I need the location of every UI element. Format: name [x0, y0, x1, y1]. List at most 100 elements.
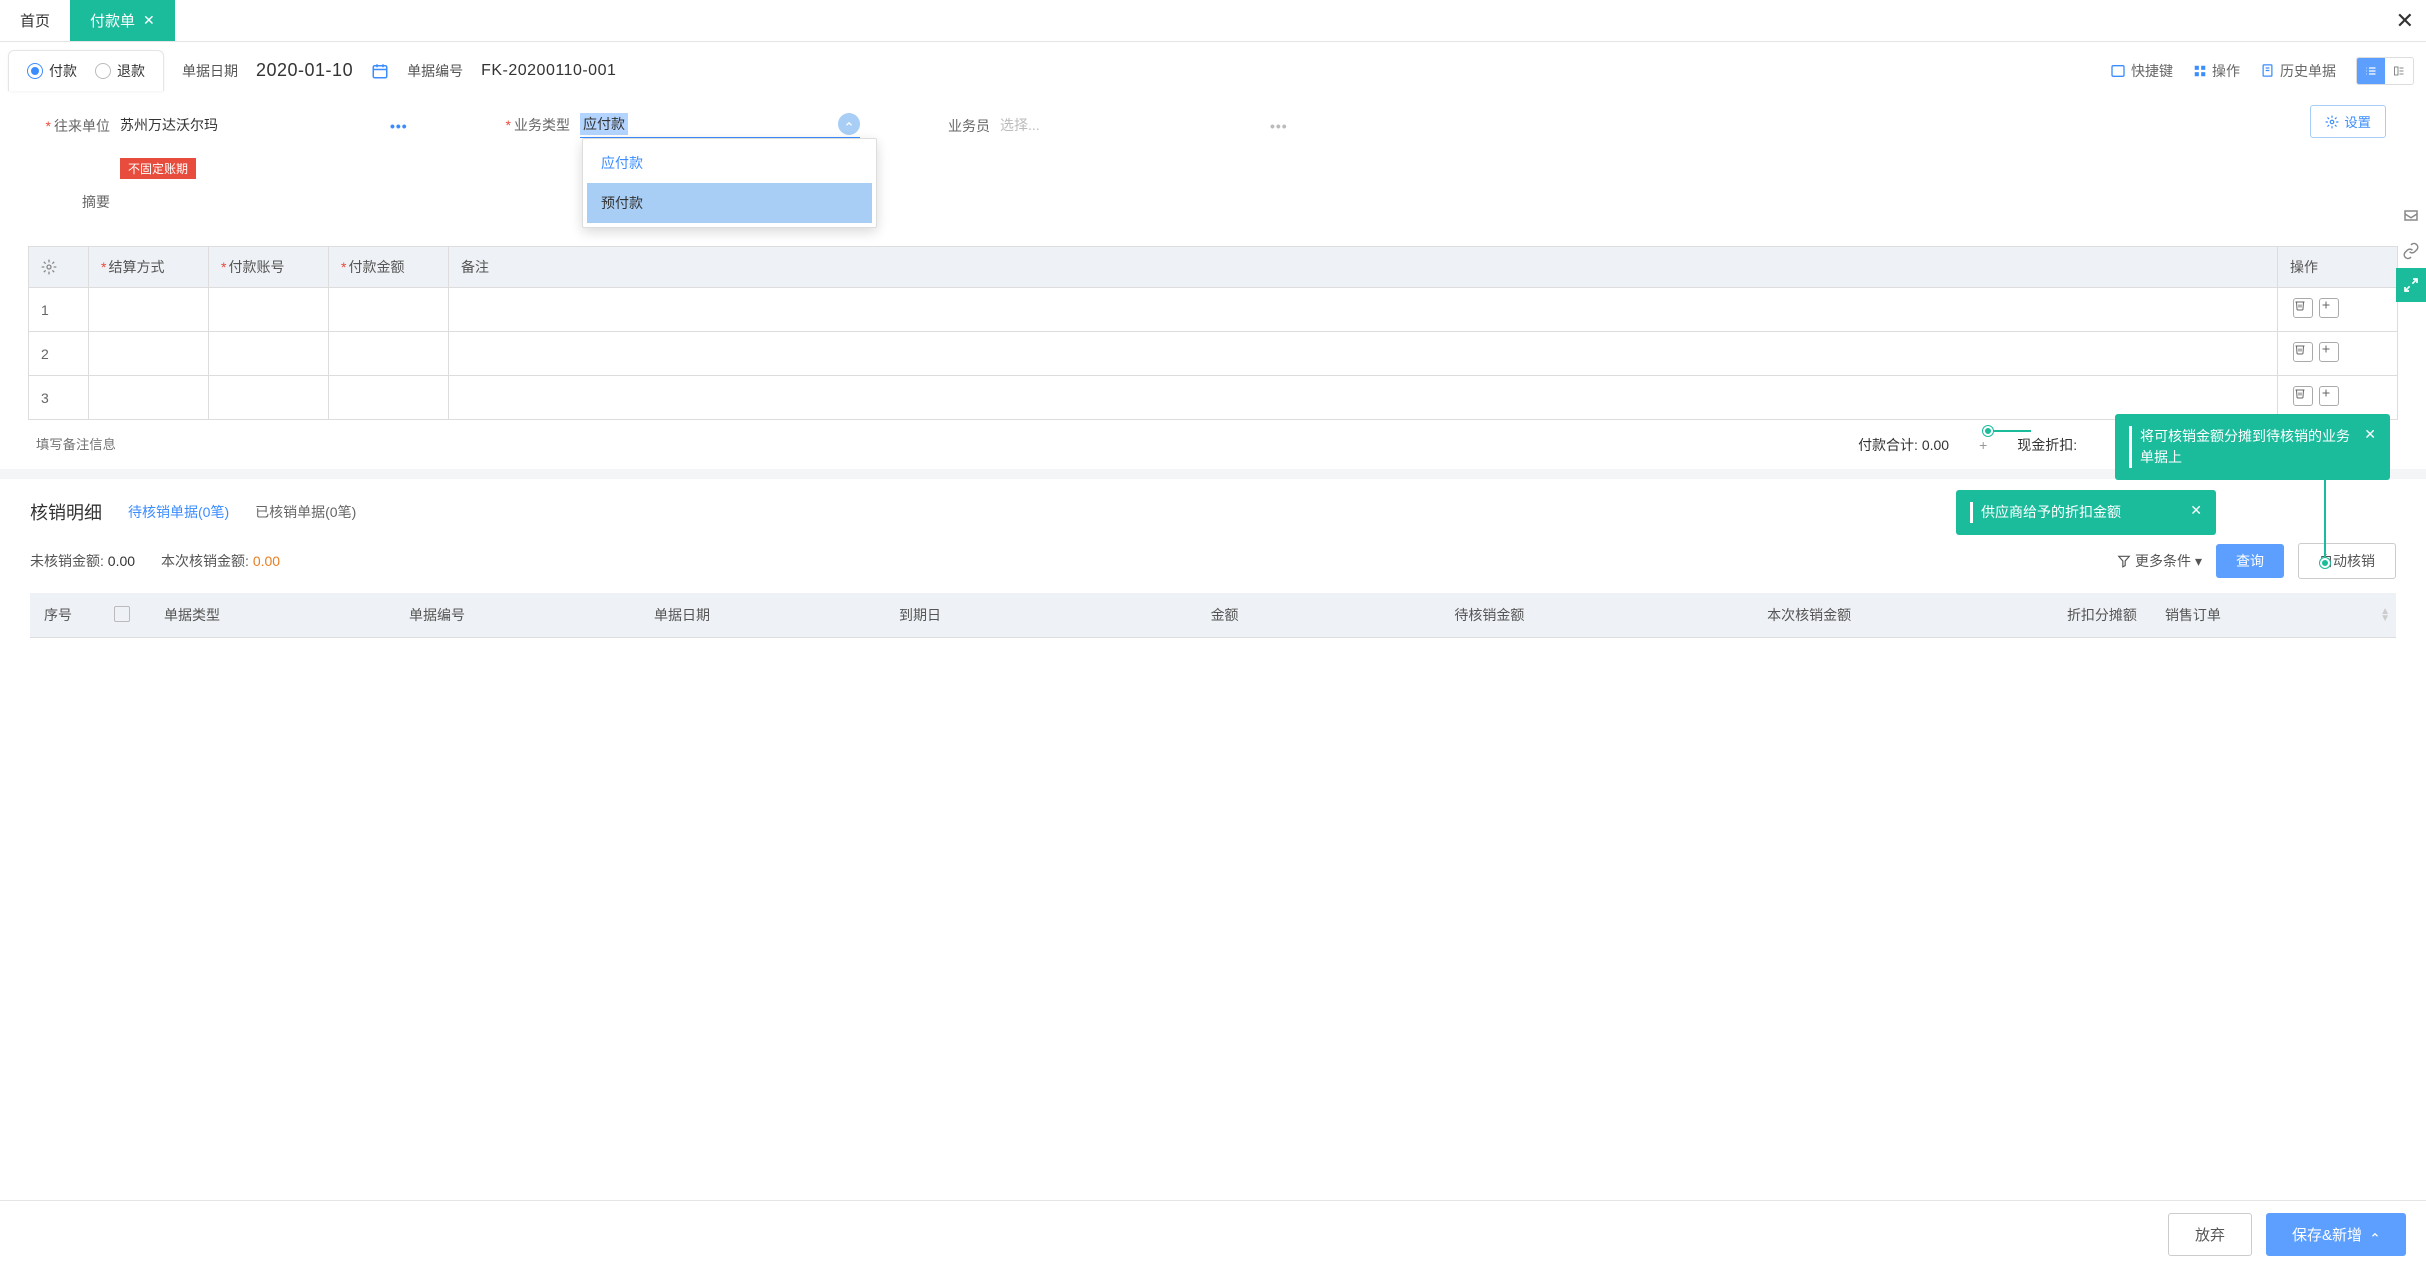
hx-col-doctype: 单据类型	[150, 593, 395, 638]
cell-amount[interactable]	[329, 376, 449, 420]
view-toggle	[2356, 57, 2414, 85]
hx-col-order[interactable]: 销售订单 ▲▼	[2151, 593, 2396, 638]
cell-amount[interactable]	[329, 332, 449, 376]
shortcut-link[interactable]: 快捷键	[2110, 61, 2173, 81]
totals-line: 付款合计: 0.00 + 现金折扣: 可核销金额: 0.00 供应商给予的折扣金…	[0, 420, 2426, 469]
add-row-icon[interactable]	[2319, 298, 2339, 318]
tip1-line	[1993, 430, 2031, 432]
document-icon	[2260, 63, 2275, 78]
operator-lookup-icon[interactable]: •••	[1270, 118, 1288, 134]
shortcut-label: 快捷键	[2131, 61, 2173, 81]
radio-payment[interactable]: 付款	[27, 61, 77, 81]
add-row-icon[interactable]	[2319, 342, 2339, 362]
ops-label: 操作	[2212, 61, 2240, 81]
hx-title: 核销明细	[30, 499, 102, 525]
ops-link[interactable]: 操作	[2193, 61, 2240, 81]
tab-payment[interactable]: 付款单 ✕	[70, 0, 175, 41]
gear-icon	[2325, 115, 2339, 129]
radio-refund-label: 退款	[117, 61, 145, 81]
save-new-button[interactable]: 保存&新增	[2266, 1213, 2406, 1256]
doc-date-label: 单据日期	[182, 61, 238, 81]
dropdown-opt-payable[interactable]: 应付款	[587, 143, 872, 183]
remark-input[interactable]	[36, 437, 416, 452]
inbox-icon[interactable]	[2396, 200, 2426, 234]
discard-button[interactable]: 放弃	[2168, 1213, 2252, 1256]
form-area: 设置 *往来单位 苏州万达沃尔玛 ••• *业务类型 应付款 应付款 预付款 业…	[0, 91, 2426, 236]
biz-type-field: *业务类型 应付款 应付款 预付款	[500, 111, 900, 138]
cell-method[interactable]	[89, 376, 209, 420]
calendar-icon[interactable]	[371, 62, 389, 80]
tooltip-allocate-close-icon[interactable]: ✕	[2364, 426, 2376, 443]
cell-amount[interactable]	[329, 288, 449, 332]
doc-date-value[interactable]: 2020-01-10	[256, 60, 353, 81]
cell-remark[interactable]	[449, 332, 2278, 376]
cell-account[interactable]	[209, 332, 329, 376]
party-input[interactable]: 苏州万达沃尔玛	[120, 111, 380, 140]
link-icon[interactable]	[2396, 234, 2426, 268]
cell-method[interactable]	[89, 288, 209, 332]
expand-icon[interactable]	[2396, 268, 2426, 302]
view-detail-button[interactable]	[2385, 58, 2413, 84]
radio-unchecked-icon	[95, 63, 111, 79]
table-row[interactable]: 1	[29, 288, 2398, 332]
operator-select[interactable]: 选择...	[1000, 111, 1260, 140]
hx-col-check[interactable]	[100, 593, 150, 638]
tab-done[interactable]: 已核销单据(0笔)	[255, 502, 356, 522]
party-label: *往来单位	[40, 116, 110, 136]
tooltip-discount: 供应商给予的折扣金额 ✕	[1956, 490, 2216, 535]
operator-label: 业务员	[940, 116, 990, 136]
pay-total-value: 0.00	[1922, 437, 1949, 453]
cell-remark[interactable]	[449, 376, 2278, 420]
cell-account[interactable]	[209, 288, 329, 332]
cell-remark[interactable]	[449, 288, 2278, 332]
table-row[interactable]: 2	[29, 332, 2398, 376]
tab-payment-label: 付款单	[90, 10, 135, 31]
add-row-icon[interactable]	[2319, 386, 2339, 406]
radio-refund[interactable]: 退款	[95, 61, 145, 81]
delete-row-icon[interactable]	[2293, 386, 2313, 406]
tab-pending[interactable]: 待核销单据(0笔)	[128, 502, 229, 522]
table-settings-header[interactable]	[29, 247, 89, 288]
verification-table: 序号 单据类型 单据编号 单据日期 到期日 金额 待核销金额 本次核销金额 折扣…	[30, 593, 2396, 638]
filter-icon	[2117, 554, 2131, 568]
summary-label: 摘要	[40, 192, 110, 212]
biz-type-label: *业务类型	[500, 115, 570, 135]
delete-row-icon[interactable]	[2293, 342, 2313, 362]
side-icons	[2396, 200, 2426, 302]
doc-no-label: 单据编号	[407, 61, 463, 81]
party-lookup-icon[interactable]: •••	[390, 118, 408, 134]
hx-col-docdate: 单据日期	[640, 593, 885, 638]
save-label: 保存&新增	[2292, 1224, 2362, 1245]
view-list-button[interactable]	[2357, 58, 2385, 84]
tab-close-icon[interactable]: ✕	[143, 12, 155, 29]
close-icon[interactable]: ✕	[2396, 8, 2414, 34]
keyboard-icon	[2110, 63, 2126, 79]
cell-method[interactable]	[89, 332, 209, 376]
tooltip-discount-close-icon[interactable]: ✕	[2190, 502, 2202, 519]
biz-type-value: 应付款	[580, 113, 628, 135]
query-button[interactable]: 查询	[2216, 544, 2284, 578]
account-period-badge: 不固定账期	[120, 158, 196, 179]
col-action: 操作	[2278, 247, 2398, 288]
row-index: 1	[29, 288, 89, 332]
cell-account[interactable]	[209, 376, 329, 420]
summary-input[interactable]	[120, 189, 420, 214]
tab-home[interactable]: 首页	[0, 0, 70, 41]
auto-verify-button[interactable]: 自动核销	[2298, 543, 2396, 579]
more-conditions[interactable]: 更多条件 ▾	[2117, 551, 2202, 571]
header-left: 付款 退款 单据日期 2020-01-10 单据编号 FK-20200110-0…	[8, 50, 616, 91]
history-link[interactable]: 历史单据	[2260, 61, 2336, 81]
tooltip-allocate: 将可核销金额分摊到待核销的业务单据上 ✕	[2115, 414, 2390, 480]
row-index: 3	[29, 376, 89, 420]
dropdown-opt-prepay[interactable]: 预付款	[587, 183, 872, 223]
delete-row-icon[interactable]	[2293, 298, 2313, 318]
table-row[interactable]: 3	[29, 376, 2398, 420]
checkbox-icon[interactable]	[114, 606, 130, 622]
col-method: 结算方式	[89, 247, 209, 288]
plus-icon: +	[1979, 437, 1987, 453]
biz-type-select[interactable]: 应付款	[580, 111, 860, 138]
settings-button[interactable]: 设置	[2310, 105, 2386, 138]
header-mid: 单据日期 2020-01-10 单据编号 FK-20200110-001	[182, 60, 616, 81]
hx-col-pending: 待核销金额	[1253, 593, 1539, 638]
chevron-up-icon	[838, 113, 860, 135]
